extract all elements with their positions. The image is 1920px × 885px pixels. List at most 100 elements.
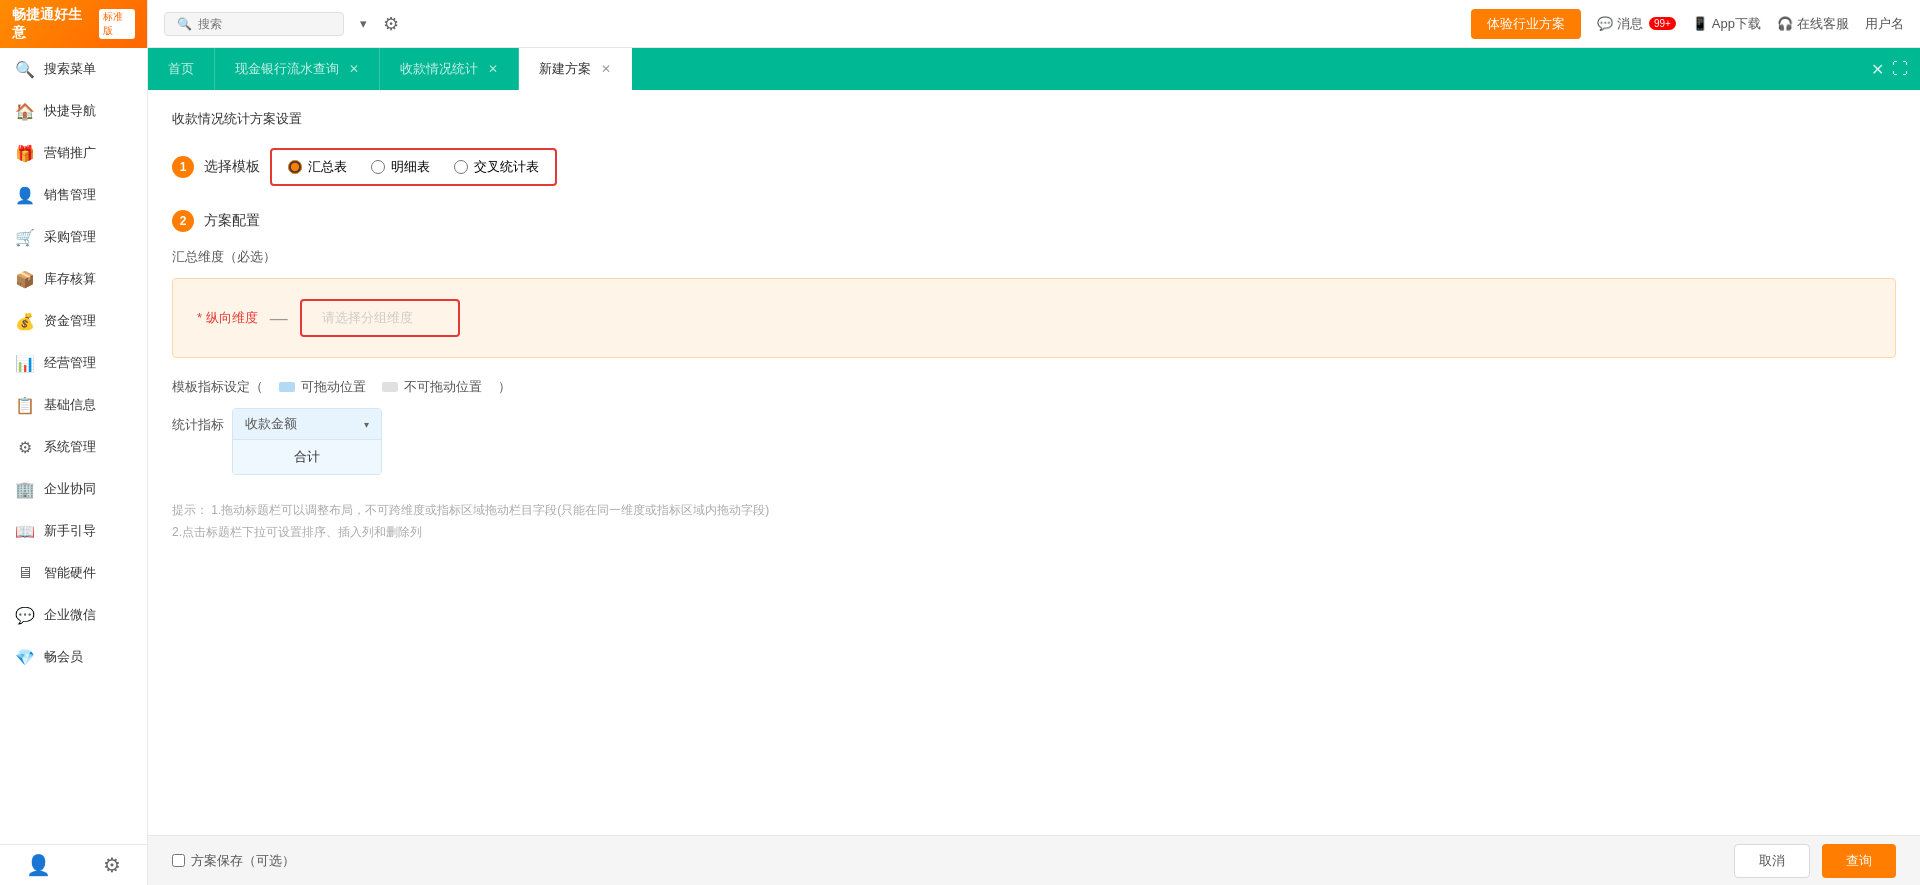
sidebar-bottom-icon1[interactable]: 👤 xyxy=(26,853,51,877)
operations-icon: 📊 xyxy=(16,354,34,372)
app-download-label: App下载 xyxy=(1712,15,1761,33)
radio-cross[interactable]: 交叉统计表 xyxy=(454,158,539,176)
logo-badge: 标准版 xyxy=(99,9,135,39)
arrow-icon: — xyxy=(270,308,288,329)
section2-title: 方案配置 xyxy=(204,212,260,230)
headset-icon: 🎧 xyxy=(1777,16,1793,31)
dimension-select[interactable]: 请选择分组维度 xyxy=(300,299,460,337)
inventory-icon: 📦 xyxy=(16,270,34,288)
sidebar-item-corp-collab[interactable]: 🏢企业协同 xyxy=(0,468,147,510)
close-window-icon[interactable]: ✕ xyxy=(1871,60,1884,79)
metrics-col-label: 统计指标 xyxy=(172,408,224,475)
logo-text: 畅捷通好生意 xyxy=(12,6,91,42)
tip-1: 提示： 1.拖动标题栏可以调整布局，不可跨维度或指标区域拖动栏目字段(只能在同一… xyxy=(172,499,1896,521)
sidebar-item-marketing[interactable]: 🎁 营销推广 xyxy=(0,132,147,174)
corp-collab-icon: 🏢 xyxy=(16,480,34,498)
user-action[interactable]: 用户名 xyxy=(1865,15,1904,33)
sales-icon: 👤 xyxy=(16,186,34,204)
sidebar-item-member[interactable]: 💎畅会员 xyxy=(0,636,147,678)
maximize-icon[interactable]: ⛶ xyxy=(1892,60,1908,78)
finance-label: 资金管理 xyxy=(44,312,96,330)
radio-detail-input[interactable] xyxy=(371,160,385,174)
metrics-header: 模板指标设定（ 可拖动位置 不可拖动位置 ） xyxy=(172,378,1896,396)
operations-label: 经营管理 xyxy=(44,354,96,372)
cancel-button[interactable]: 取消 xyxy=(1734,844,1810,878)
sidebar-item-guide[interactable]: 📖 新手引导 xyxy=(0,510,147,552)
sidebar-item-sales[interactable]: 👤销售管理 xyxy=(0,174,147,216)
query-button[interactable]: 查询 xyxy=(1822,844,1896,878)
sidebar-item-finance[interactable]: 💰资金管理 xyxy=(0,300,147,342)
metrics-dropdown-icon[interactable]: ▾ xyxy=(364,419,369,430)
sidebar-item-quick-nav[interactable]: 🏠快捷导航 xyxy=(0,90,147,132)
radio-summary[interactable]: 汇总表 xyxy=(288,158,347,176)
guide-label: 新手引导 xyxy=(44,522,96,540)
metrics-table-cell: 合计 xyxy=(233,440,381,474)
sidebar-item-search-menu[interactable]: 🔍搜索菜单 xyxy=(0,48,147,90)
app-download-action[interactable]: 📱 App下载 xyxy=(1692,15,1761,33)
search-input[interactable] xyxy=(198,17,318,31)
guide-icon: 📖 xyxy=(16,522,34,540)
tab-cash-bank[interactable]: 现金银行流水查询 ✕ xyxy=(215,48,380,90)
sidebar-item-basic-info[interactable]: 📋 基础信息 xyxy=(0,384,147,426)
tab-close-cash-bank[interactable]: ✕ xyxy=(349,62,359,76)
purchase-label: 采购管理 xyxy=(44,228,96,246)
tab-label-cash-bank: 现金银行流水查询 xyxy=(235,60,339,78)
section2-number: 2 xyxy=(172,210,194,232)
tip-2: 2.点击标题栏下拉可设置排序、插入列和删除列 xyxy=(172,521,1896,543)
footer-btns: 取消 查询 xyxy=(1734,844,1896,878)
radio-summary-input[interactable] xyxy=(288,160,302,174)
message-action[interactable]: 💬 消息 99+ xyxy=(1597,15,1676,33)
industry-btn[interactable]: 体验行业方案 xyxy=(1471,9,1581,39)
radio-cross-input[interactable] xyxy=(454,160,468,174)
message-icon: 💬 xyxy=(1597,16,1613,31)
marketing-icon: 🎁 xyxy=(16,144,34,162)
save-checkbox[interactable] xyxy=(172,854,185,867)
save-checkbox-label[interactable]: 方案保存（可选） xyxy=(172,852,295,870)
tab-close-new-plan[interactable]: ✕ xyxy=(601,62,611,76)
sidebar-item-system[interactable]: ⚙ 系统管理 xyxy=(0,426,147,468)
metrics-table: 收款金额 ▾ 合计 xyxy=(232,408,382,475)
metrics-col-header: 收款金额 xyxy=(245,415,297,433)
system-label: 系统管理 xyxy=(44,438,96,456)
template-radio-group: 汇总表 明细表 交叉统计表 xyxy=(270,148,557,186)
legend-draggable: 可拖动位置 xyxy=(279,378,366,396)
tab-label-collection-stats: 收款情况统计 xyxy=(400,60,478,78)
tab-close-collection-stats[interactable]: ✕ xyxy=(488,62,498,76)
gear-icon[interactable]: ⚙ xyxy=(383,13,399,35)
topbar-actions: 体验行业方案 💬 消息 99+ 📱 App下载 🎧 在线客服 用户名 xyxy=(1471,9,1904,39)
sidebar-item-operations[interactable]: 📊 经营管理 xyxy=(0,342,147,384)
metrics-table-header[interactable]: 收款金额 ▾ xyxy=(233,409,381,440)
main-area: 🔍 ▾ ⚙ 体验行业方案 💬 消息 99+ 📱 App下载 🎧 在线客服 用户名 xyxy=(148,0,1920,885)
smart-hw-icon: 🖥 xyxy=(16,564,34,582)
sidebar-item-purchase[interactable]: 🛒采购管理 xyxy=(0,216,147,258)
sidebar: 畅捷通好生意 标准版 🔍搜索菜单🏠快捷导航 🎁 营销推广 👤销售管理🛒采购管理📦库存核… xyxy=(0,0,148,885)
tab-label-new-plan: 新建方案 xyxy=(539,60,591,78)
search-icon: 🔍 xyxy=(177,17,192,31)
section-config: 2 方案配置 汇总维度（必选） * 纵向维度 — 请选择分组维度 xyxy=(172,210,1896,543)
sidebar-bottom-icon2[interactable]: ⚙ xyxy=(103,853,121,877)
tab-new-plan[interactable]: 新建方案 ✕ xyxy=(519,48,632,90)
legend-gray-box xyxy=(382,382,398,392)
sidebar-item-corp-wechat[interactable]: 💬企业微信 xyxy=(0,594,147,636)
metrics-label: 模板指标设定（ xyxy=(172,378,263,396)
tab-home[interactable]: 首页 xyxy=(148,48,215,90)
radio-detail[interactable]: 明细表 xyxy=(371,158,430,176)
sidebar-item-inventory[interactable]: 📦库存核算 xyxy=(0,258,147,300)
basic-info-icon: 📋 xyxy=(16,396,34,414)
dimension-placeholder: 请选择分组维度 xyxy=(322,309,413,327)
sidebar-bottom: 👤 ⚙ xyxy=(0,844,147,885)
system-icon: ⚙ xyxy=(16,438,34,456)
online-service-action[interactable]: 🎧 在线客服 xyxy=(1777,15,1849,33)
radio-summary-label: 汇总表 xyxy=(308,158,347,176)
topbar-chevron-icon[interactable]: ▾ xyxy=(360,16,367,31)
section1-number: 1 xyxy=(172,156,194,178)
vertical-dim-label: * 纵向维度 xyxy=(197,309,258,327)
tips: 提示： 1.拖动标题栏可以调整布局，不可跨维度或指标区域拖动栏目字段(只能在同一… xyxy=(172,499,1896,543)
tab-collection-stats[interactable]: 收款情况统计 ✕ xyxy=(380,48,519,90)
basic-info-label: 基础信息 xyxy=(44,396,96,414)
sidebar-item-smart-hw[interactable]: 🖥智能硬件 xyxy=(0,552,147,594)
marketing-label: 营销推广 xyxy=(44,144,96,162)
user-label: 用户名 xyxy=(1865,15,1904,33)
save-label: 方案保存（可选） xyxy=(191,852,295,870)
dimension-area: * 纵向维度 — 请选择分组维度 xyxy=(172,278,1896,358)
